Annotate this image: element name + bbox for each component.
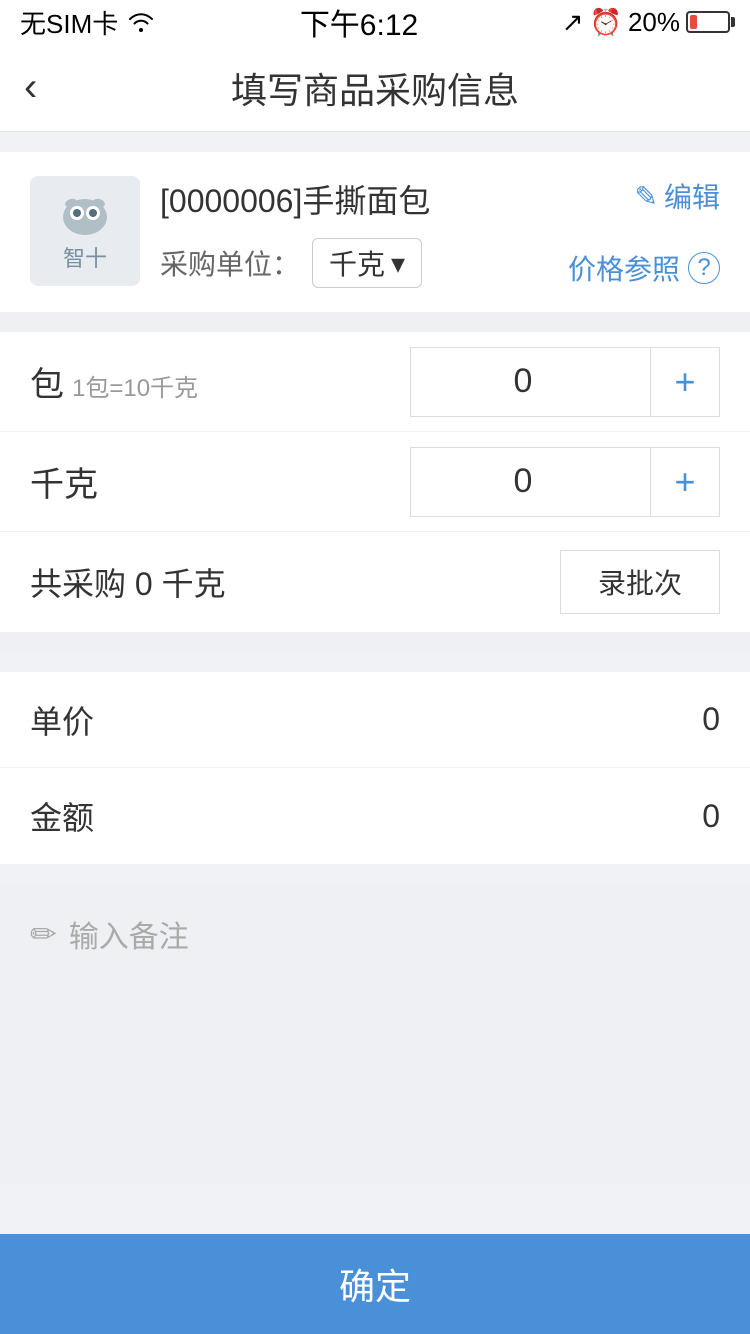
page-title: 填写商品采购信息	[231, 62, 519, 114]
nav-bar: ‹ 填写商品采购信息	[0, 44, 750, 132]
battery-fill	[690, 15, 697, 29]
kg-input-control: +	[410, 447, 720, 517]
section-divider-2	[0, 632, 750, 652]
confirm-label: 确定	[339, 1258, 411, 1310]
product-thumb-inner: 智十	[57, 189, 113, 273]
bao-sublabel: 1包=10千克	[72, 375, 198, 402]
bao-row: 包1包=10千克 +	[0, 332, 750, 432]
owl-icon	[57, 189, 113, 239]
summary-text: 共采购 0 千克	[30, 559, 226, 605]
status-bar: 无SIM卡 下午6:12 ↗ ⏰ 20%	[0, 0, 750, 44]
unit-prefix: 采购单位：	[160, 243, 300, 283]
bao-quantity-input[interactable]	[410, 347, 650, 417]
summary-row: 共采购 0 千克 录批次	[0, 532, 750, 632]
help-icon: ?	[688, 252, 720, 284]
battery-percent: 20%	[628, 7, 680, 38]
alarm-icon: ⏰	[590, 7, 622, 38]
battery-icon	[686, 11, 730, 33]
edit-button[interactable]: ✎ 编辑	[635, 176, 720, 216]
location-icon: ↗	[562, 7, 584, 38]
batch-button[interactable]: 录批次	[560, 550, 720, 614]
input-section: 包1包=10千克 + 千克 + 共采购 0 千克 录批次	[0, 332, 750, 632]
remark-placeholder: 输入备注	[69, 912, 189, 956]
unit-select[interactable]: 千克 ▾	[312, 238, 422, 288]
amount-value: 0	[702, 798, 720, 835]
carrier-text: 无SIM卡	[20, 4, 118, 41]
status-time: 下午6:12	[300, 0, 418, 44]
remark-icon: ✏	[30, 915, 57, 953]
content-spacer	[0, 984, 750, 1184]
kg-plus-button[interactable]: +	[650, 447, 720, 517]
edit-label: 编辑	[664, 176, 720, 216]
amount-label: 金额	[30, 793, 94, 839]
confirm-button[interactable]: 确定	[0, 1234, 750, 1334]
bao-input-control: +	[410, 347, 720, 417]
price-reference-button[interactable]: 价格参照 ?	[568, 248, 720, 288]
price-section: 单价 0 金额 0	[0, 672, 750, 864]
price-ref-label: 价格参照	[568, 248, 680, 288]
thumb-label: 智十	[63, 241, 107, 273]
status-left: 无SIM卡	[20, 4, 156, 41]
unit-price-label: 单价	[30, 697, 94, 743]
kg-label: 千克	[30, 457, 410, 506]
edit-icon: ✎	[635, 180, 658, 213]
product-thumbnail: 智十	[30, 176, 140, 286]
kg-quantity-input[interactable]	[410, 447, 650, 517]
kg-row: 千克 +	[0, 432, 750, 532]
back-button[interactable]: ‹	[24, 65, 37, 110]
section-divider-1	[0, 312, 750, 332]
wifi-icon	[126, 10, 156, 34]
remark-section[interactable]: ✏ 输入备注	[0, 884, 750, 984]
product-card: 智十 [0000006]手撕面包 采购单位： 千克 ▾ ✎ 编辑 价格参照 ?	[0, 152, 750, 312]
unit-price-value: 0	[702, 701, 720, 738]
bao-label: 包1包=10千克	[30, 357, 410, 406]
status-right: ↗ ⏰ 20%	[562, 7, 730, 38]
bao-plus-button[interactable]: +	[650, 347, 720, 417]
amount-row: 金额 0	[0, 768, 750, 864]
unit-price-row: 单价 0	[0, 672, 750, 768]
